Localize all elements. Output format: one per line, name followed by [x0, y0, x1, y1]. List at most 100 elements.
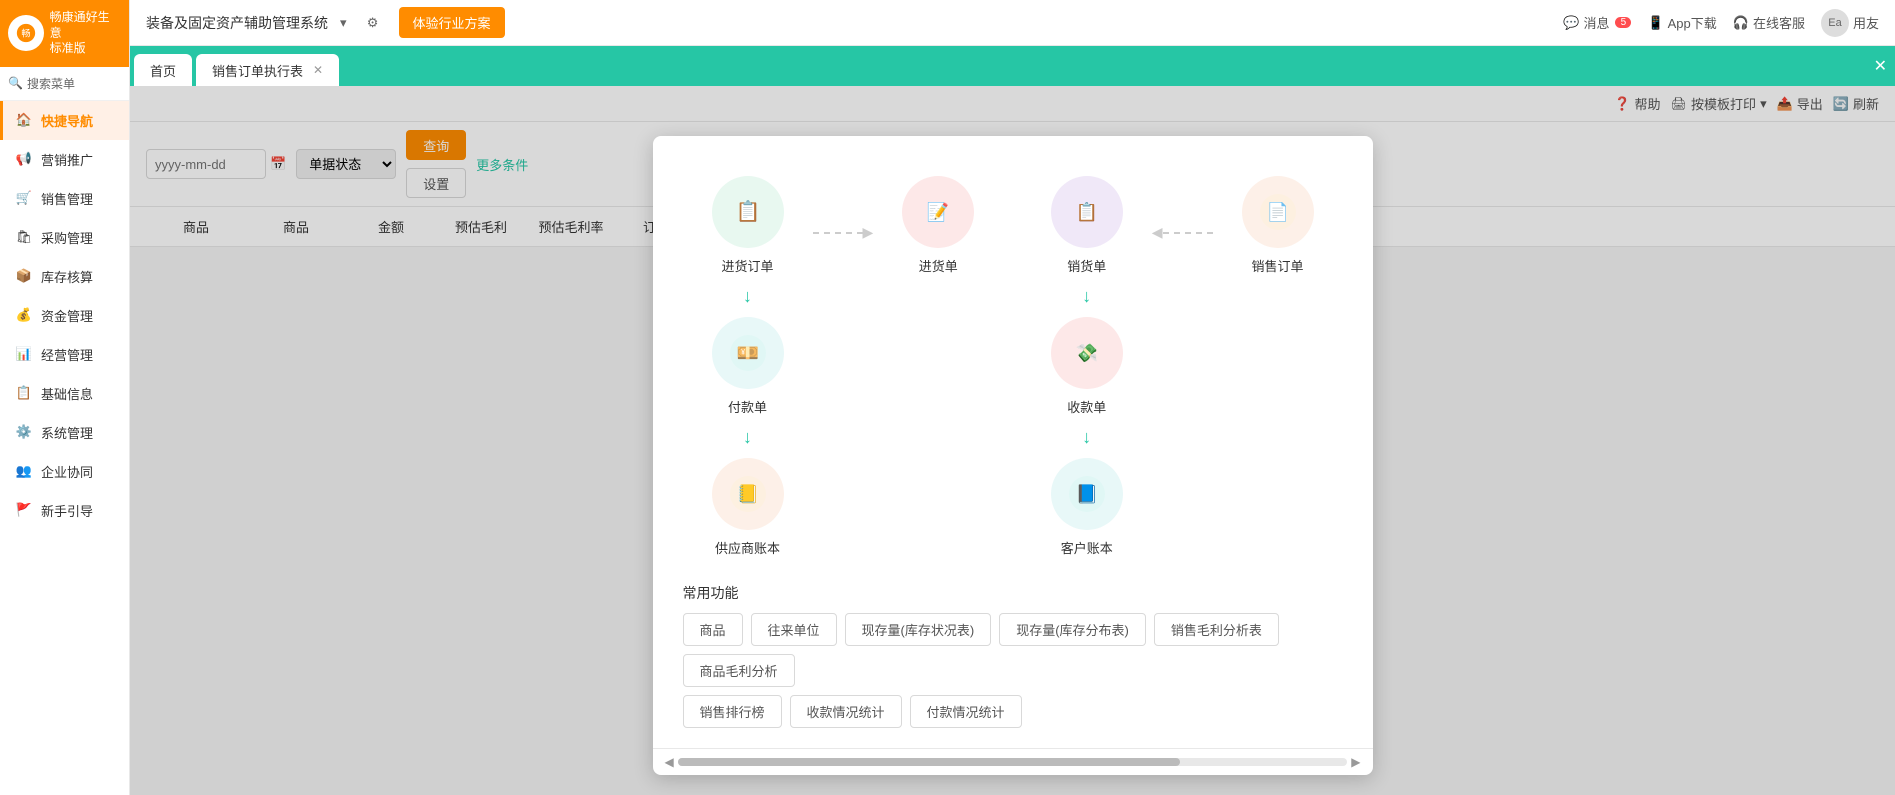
receipt-icon: 💸 [1051, 317, 1123, 389]
sidebar-item-purchase[interactable]: 🛍 采购管理 [0, 218, 129, 257]
search-icon: 🔍 [8, 76, 23, 90]
arrow-down-2: ↓ [743, 428, 752, 446]
tab-close-icon[interactable]: ✕ [313, 63, 323, 77]
avatar: Ea [1821, 9, 1849, 37]
flow-item-sales-order[interactable]: 📄 销售订单 [1213, 176, 1343, 275]
func-btn-goods[interactable]: 商品 [683, 613, 743, 646]
svg-text:畅: 畅 [21, 28, 30, 39]
main-area: 装备及固定资产辅助管理系统 ▾ ⚙ 体验行业方案 💬 消息 5 📱 App下载 … [130, 0, 1895, 795]
svg-text:💴: 💴 [736, 343, 758, 363]
func-btn-payment-stats[interactable]: 付款情况统计 [910, 695, 1022, 728]
common-funcs-title: 常用功能 [683, 583, 1343, 603]
sidebar-item-guide[interactable]: 🚩 新手引导 [0, 491, 129, 530]
home-icon: 🏠 [15, 111, 33, 129]
arrow-down-1: ↓ [743, 287, 752, 305]
message-btn[interactable]: 💬 消息 5 [1563, 13, 1631, 32]
sidebar-logo: 畅 畅康通好生意 标准版 [0, 0, 129, 67]
megaphone-icon: 📢 [15, 150, 33, 168]
func-btn-sales-rank[interactable]: 销售排行榜 [683, 695, 782, 728]
payment-icon: 💴 [712, 317, 784, 389]
money-icon: 💰 [15, 306, 33, 324]
flow-item-purchase-order[interactable]: 📋 进货订单 [683, 176, 813, 275]
arrow-right-1: ▶ [813, 166, 874, 241]
bag-icon: 🛍 [15, 228, 33, 246]
list-icon: 📋 [15, 384, 33, 402]
sidebar-nav: 🏠 快捷导航 📢 营销推广 🛒 销售管理 🛍 采购管理 📦 库存核算 💰 [0, 101, 129, 795]
gear-icon: ⚙️ [15, 423, 33, 441]
settings-icon[interactable]: ⚙ [359, 9, 387, 37]
sidebar-item-cooperation[interactable]: 👥 企业协同 [0, 452, 129, 491]
sidebar-search[interactable]: 🔍 搜索菜单 [0, 67, 129, 101]
system-title: 装备及固定资产辅助管理系统 [146, 13, 328, 33]
popup-content: 📋 进货订单 ↓ 💴 付款单 [653, 136, 1373, 748]
func-btn-sales-gross[interactable]: 销售毛利分析表 [1154, 613, 1279, 646]
sidebar-item-inventory[interactable]: 📦 库存核算 [0, 257, 129, 296]
experience-btn[interactable]: 体验行业方案 [399, 7, 505, 38]
arrow-down-3: ↓ [1082, 287, 1091, 305]
box-icon: 📦 [15, 267, 33, 285]
tab-bar-close-icon[interactable]: ✕ [1874, 56, 1887, 76]
logo-text: 畅康通好生意 标准版 [50, 10, 121, 57]
scrollbar-thumb [678, 758, 1180, 766]
people-icon: 👥 [15, 462, 33, 480]
purchase-order-icon: 📋 [712, 176, 784, 248]
sidebar-item-system[interactable]: ⚙️ 系统管理 [0, 413, 129, 452]
func-btn-receipt-stats[interactable]: 收款情况统计 [790, 695, 902, 728]
supplier-icon: 📒 [712, 458, 784, 530]
flow-item-sales-bill[interactable]: 📋 销货单 [1022, 176, 1152, 275]
func-btn-contacts[interactable]: 往来单位 [751, 613, 837, 646]
flow-item-receipt[interactable]: 💸 收款单 [1022, 317, 1152, 416]
flag-icon: 🚩 [15, 501, 33, 519]
arrow-left-1: ◀ [1152, 166, 1213, 241]
svg-text:📘: 📘 [1076, 484, 1098, 504]
svg-text:💸: 💸 [1076, 343, 1098, 363]
sidebar-item-quick[interactable]: 🏠 快捷导航 [0, 101, 129, 140]
func-btn-goods-gross[interactable]: 商品毛利分析 [683, 654, 795, 687]
flow-item-purchase-bill[interactable]: 📝 进货单 [873, 176, 1003, 275]
sidebar-item-marketing[interactable]: 📢 营销推广 [0, 140, 129, 179]
tab-sales-order-exec[interactable]: 销售订单执行表 ✕ [196, 54, 339, 86]
chart-icon: 📊 [15, 345, 33, 363]
flow-item-supplier[interactable]: 📒 供应商账本 [683, 458, 813, 557]
user-menu[interactable]: Ea 用友 [1821, 9, 1879, 37]
download-icon: 📱 [1647, 15, 1663, 31]
content-area: ❓ 帮助 🖨 按模板打印 ▾ 📤 导出 🔄 刷新 [130, 86, 1895, 795]
message-icon: 💬 [1563, 15, 1579, 31]
common-funcs: 常用功能 商品 往来单位 现存量(库存状况表) 现存量(库存分布表) 销售毛利分… [683, 583, 1343, 728]
svg-text:📝: 📝 [927, 201, 949, 222]
customer-icon: 📘 [1051, 458, 1123, 530]
tab-home[interactable]: 首页 [134, 54, 192, 86]
sidebar-item-finance[interactable]: 💰 资金管理 [0, 296, 129, 335]
svg-text:📋: 📋 [1076, 201, 1098, 222]
topbar: 装备及固定资产辅助管理系统 ▾ ⚙ 体验行业方案 💬 消息 5 📱 App下载 … [130, 0, 1895, 46]
scroll-right-icon[interactable]: ▶ [1351, 755, 1360, 769]
sidebar-item-sales[interactable]: 🛒 销售管理 [0, 179, 129, 218]
flow-popup: 📋 进货订单 ↓ 💴 付款单 [653, 136, 1373, 775]
scrollbar-track[interactable] [678, 758, 1348, 766]
service-icon: 🎧 [1733, 15, 1749, 31]
message-badge: 5 [1615, 17, 1631, 28]
sidebar-item-operation[interactable]: 📊 经营管理 [0, 335, 129, 374]
sales-order-icon: 📄 [1242, 176, 1314, 248]
app-download-btn[interactable]: 📱 App下载 [1647, 13, 1716, 32]
sales-bill-icon: 📋 [1051, 176, 1123, 248]
online-service-btn[interactable]: 🎧 在线客服 [1733, 13, 1805, 32]
sidebar-item-basic[interactable]: 📋 基础信息 [0, 374, 129, 413]
popup-scrollbar: ◀ ▶ [653, 748, 1373, 775]
flow-item-payment[interactable]: 💴 付款单 [683, 317, 813, 416]
func-buttons-row2: 销售排行榜 收款情况统计 付款情况统计 [683, 695, 1343, 728]
logo-icon: 畅 [8, 15, 44, 51]
chevron-down-icon: ▾ [340, 15, 347, 31]
svg-text:📋: 📋 [735, 199, 760, 223]
tab-bar: 首页 销售订单执行表 ✕ ✕ [130, 46, 1895, 86]
scroll-left-icon[interactable]: ◀ [665, 755, 674, 769]
flow-item-customer[interactable]: 📘 客户账本 [1022, 458, 1152, 557]
topbar-right: 💬 消息 5 📱 App下载 🎧 在线客服 Ea 用友 [1563, 9, 1879, 37]
func-btn-stock-dist[interactable]: 现存量(库存分布表) [999, 613, 1146, 646]
arrow-down-4: ↓ [1082, 428, 1091, 446]
cart-icon: 🛒 [15, 189, 33, 207]
purchase-bill-icon: 📝 [902, 176, 974, 248]
func-btn-stock-status[interactable]: 现存量(库存状况表) [845, 613, 992, 646]
svg-text:📒: 📒 [736, 484, 758, 504]
system-dropdown[interactable]: ▾ [340, 15, 347, 31]
